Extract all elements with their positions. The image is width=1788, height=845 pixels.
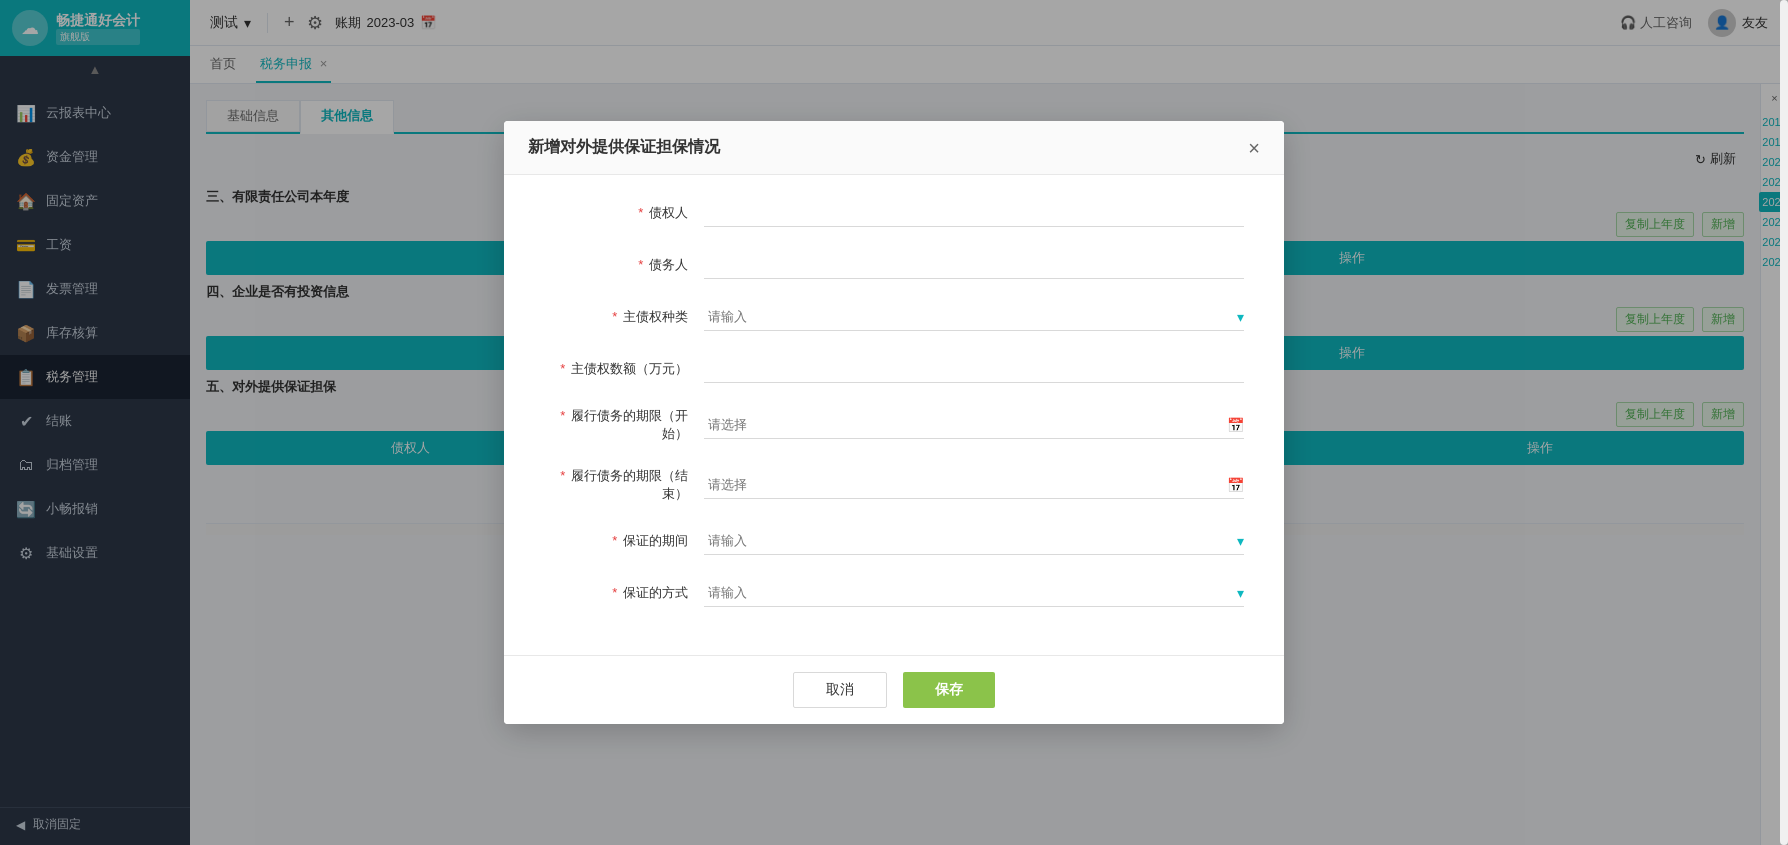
form-row-claim-amount: * 主债权数额（万元） [544,355,1244,383]
form-select-claim-type[interactable] [704,303,1237,330]
form-row-creditor: * 债权人 [544,199,1244,227]
form-label-creditor: * 债权人 [544,204,704,222]
form-label-claim-amount: * 主债权数额（万元） [544,360,704,378]
form-select-guarantee-period-wrapper: ▾ [704,527,1244,555]
form-date-start-wrapper: 📅 [704,411,1244,439]
form-label-debtor: * 债务人 [544,256,704,274]
form-input-debtor[interactable] [704,251,1244,279]
form-label-debt-end: * 履行债务的期限（结束） [544,467,704,503]
modal-title: 新增对外提供保证担保情况 [528,137,720,158]
form-date-start[interactable] [704,411,1227,438]
modal-add-guarantee: 新增对外提供保证担保情况 × * 债权人 * 债务人 [504,121,1284,724]
form-select-guarantee-method[interactable] [704,579,1237,606]
date-start-icon[interactable]: 📅 [1227,417,1244,433]
modal-body: * 债权人 * 债务人 * 主债权种类 [504,175,1284,655]
form-select-guarantee-period[interactable] [704,527,1237,554]
form-date-end[interactable] [704,471,1227,498]
guarantee-period-dropdown-icon[interactable]: ▾ [1237,533,1244,549]
modal-header: 新增对外提供保证担保情况 × [504,121,1284,175]
form-row-debt-end: * 履行债务的期限（结束） 📅 [544,467,1244,503]
date-end-icon[interactable]: 📅 [1227,477,1244,493]
form-label-guarantee-period: * 保证的期间 [544,532,704,550]
form-input-claim-amount[interactable] [704,355,1244,383]
claim-type-dropdown-icon[interactable]: ▾ [1237,309,1244,325]
modal-backdrop: 新增对外提供保证担保情况 × * 债权人 * 债务人 [0,0,1788,845]
form-row-debtor: * 债务人 [544,251,1244,279]
form-input-creditor[interactable] [704,199,1244,227]
cancel-btn[interactable]: 取消 [793,672,887,708]
modal-close-btn[interactable]: × [1248,138,1260,158]
form-row-claim-type: * 主债权种类 ▾ [544,303,1244,331]
form-row-debt-start: * 履行债务的期限（开始） 📅 [544,407,1244,443]
form-row-guarantee-method: * 保证的方式 ▾ [544,579,1244,607]
modal-footer: 取消 保存 [504,655,1284,724]
form-select-claim-type-wrapper: ▾ [704,303,1244,331]
form-label-debt-start: * 履行债务的期限（开始） [544,407,704,443]
save-btn[interactable]: 保存 [903,672,995,708]
form-row-guarantee-period: * 保证的期间 ▾ [544,527,1244,555]
form-label-claim-type: * 主债权种类 [544,308,704,326]
form-select-guarantee-method-wrapper: ▾ [704,579,1244,607]
form-label-guarantee-method: * 保证的方式 [544,584,704,602]
guarantee-method-dropdown-icon[interactable]: ▾ [1237,585,1244,601]
form-date-end-wrapper: 📅 [704,471,1244,499]
